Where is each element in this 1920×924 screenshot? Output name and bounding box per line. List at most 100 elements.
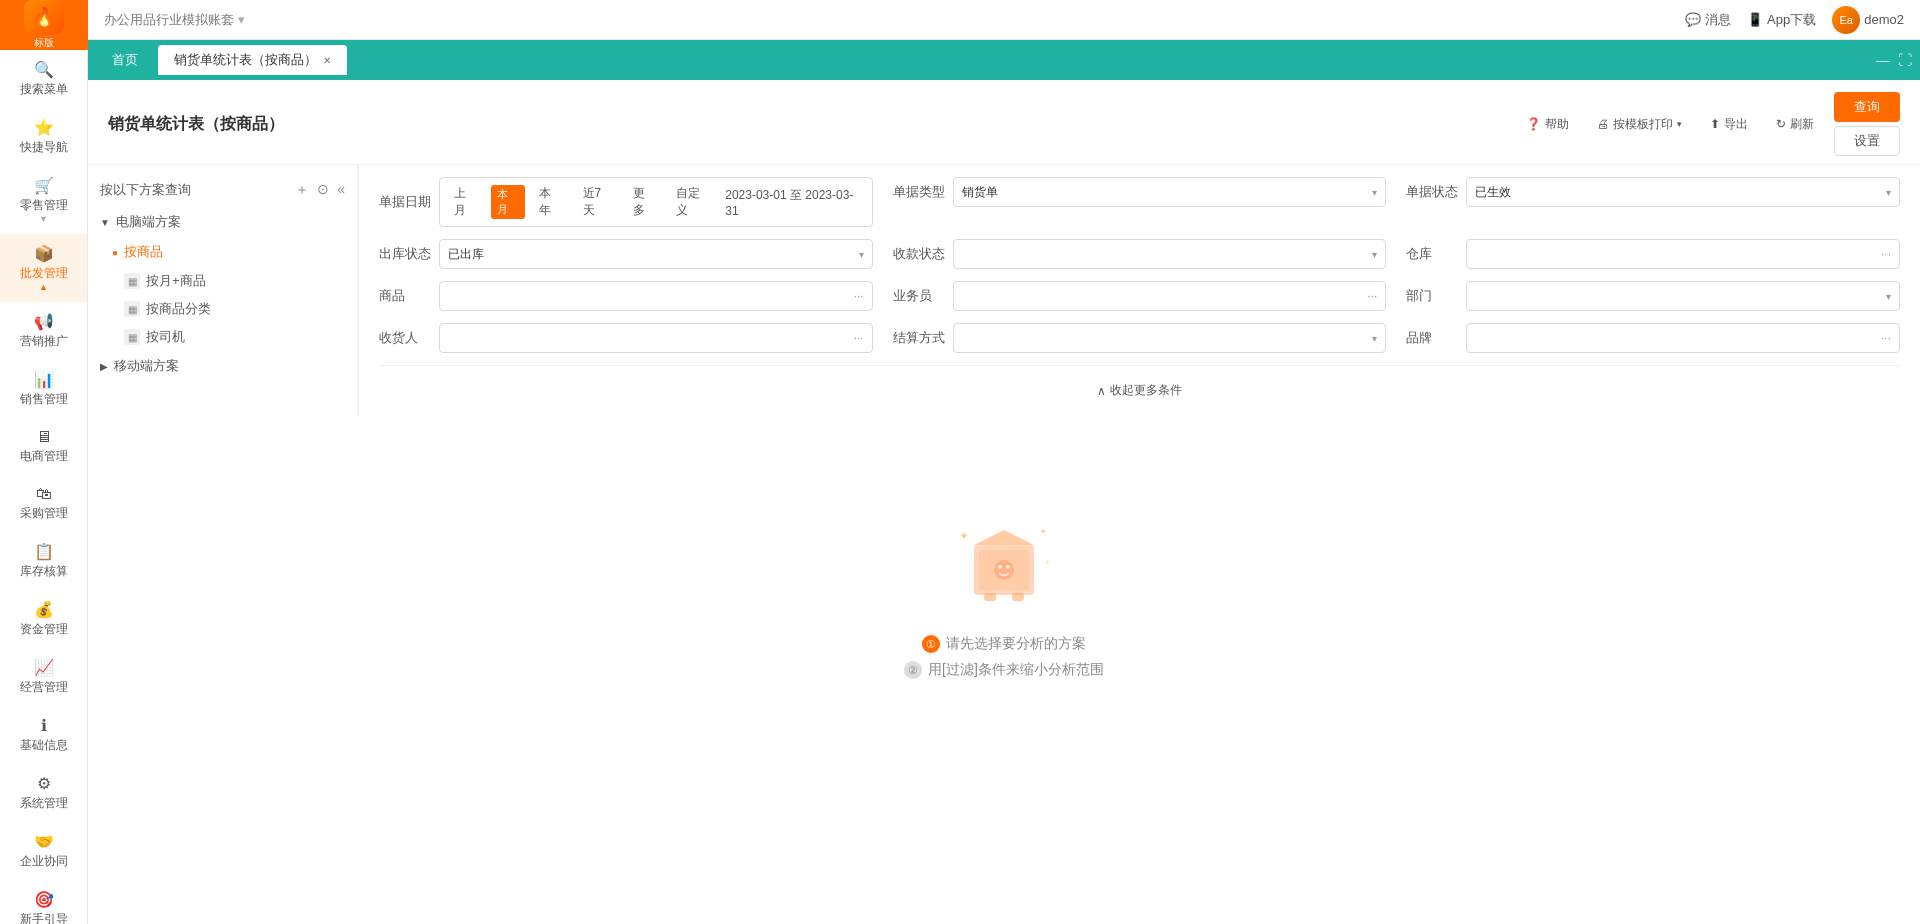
sidebar-item-inventory[interactable]: 📋 库存核算 [0,532,87,590]
scheme-item-by-month-goods[interactable]: ▦ 按月+商品 [88,267,357,295]
sidebar-item-wholesale[interactable]: 📦 批发管理 ▲ [0,234,87,302]
svg-text:✦: ✦ [959,529,969,543]
sidebar-item-retail-label: 零售管理 [20,197,68,214]
salesperson-control[interactable]: ··· [953,281,1387,311]
filter-department: 部门 ▾ [1406,281,1900,311]
query-button[interactable]: 查询 [1834,92,1900,122]
help-btn[interactable]: ❓ 帮助 [1518,112,1577,137]
tab-report[interactable]: 销货单统计表（按商品） ✕ [158,45,347,75]
filter-warehouse: 仓库 ··· [1406,239,1900,269]
refresh-btn[interactable]: ↻ 刷新 [1768,112,1822,137]
department-control[interactable]: ▾ [1466,281,1900,311]
receiver-control[interactable]: ··· [439,323,873,353]
collapse-btn[interactable]: ∧ 收起更多条件 [379,378,1900,403]
goods-dots-icon[interactable]: ··· [854,289,864,303]
doc-type-arrow-icon: ▾ [1372,187,1377,198]
hint-text-1: 请先选择要分析的方案 [946,635,1086,653]
sidebar-item-search-label: 搜索菜单 [20,81,68,98]
sidebar-item-quick-nav[interactable]: ⭐ 快捷导航 [0,108,87,166]
date-range-control[interactable]: 上月 本月 本年 近7天 更多 自定义 2023-03-01 至 2023-03… [439,177,873,227]
scheme-category-mobile-label: 移动端方案 [114,357,179,375]
print-icon: 🖨 [1597,117,1609,131]
scheme-item-by-goods[interactable]: ● 按商品 [88,237,357,267]
sidebar-item-sales-label: 销售管理 [20,391,68,408]
message-btn[interactable]: 💬 消息 [1685,11,1731,29]
sidebar-item-cooperation[interactable]: 🤝 企业协同 [0,822,87,880]
tab-minimize-icon[interactable]: — [1876,52,1890,68]
app-download-btn[interactable]: 📱 App下载 [1747,11,1816,29]
receiver-dots-icon[interactable]: ··· [854,331,864,345]
print-btn[interactable]: 🖨 按模板打印 ▾ [1589,112,1690,137]
sidebar-item-marketing-label: 营销推广 [20,333,68,350]
scheme-header: 按以下方案查询 ＋ ⊙ « [88,177,357,207]
svg-rect-7 [1012,593,1024,601]
star-icon: ⭐ [34,118,54,137]
doc-type-control[interactable]: 销货单 ▾ [953,177,1387,207]
goods-control[interactable]: ··· [439,281,873,311]
sidebar-item-operations[interactable]: 📈 经营管理 [0,648,87,706]
date-last-month[interactable]: 上月 [448,183,483,221]
doc-status-label: 单据状态 [1406,183,1466,201]
tab-home[interactable]: 首页 [96,45,154,75]
scheme-header-icons: ＋ ⊙ « [295,181,345,199]
warehouse-status-control[interactable]: 已出库 ▾ [439,239,873,269]
date-7days[interactable]: 近7天 [577,183,619,221]
scheme-add-icon[interactable]: ＋ [295,181,309,199]
wholesale-icon: 📦 [34,244,54,263]
user-profile-btn[interactable]: Ea demo2 [1832,6,1904,34]
hint-num-2: ② [904,661,922,679]
tab-maximize-icon[interactable]: ⛶ [1898,52,1912,68]
tab-report-label: 销货单统计表（按商品） [174,51,317,69]
date-more[interactable]: 更多 [627,183,662,221]
date-this-year[interactable]: 本年 [533,183,568,221]
sidebar-item-sales[interactable]: 📊 销售管理 [0,360,87,418]
receiver-label: 收货人 [379,329,439,347]
doc-status-control[interactable]: 已生效 ▾ [1466,177,1900,207]
topbar-dropdown-icon[interactable]: ▾ [238,12,245,27]
logo[interactable]: 🔥 标版 [0,0,88,50]
scheme-category-desktop[interactable]: ▼ 电脑端方案 [88,207,357,237]
payment-status-control[interactable]: ▾ [953,239,1387,269]
department-label: 部门 [1406,287,1466,305]
export-label: 导出 [1724,116,1748,133]
brand-dots-icon[interactable]: ··· [1881,331,1891,345]
settings-button[interactable]: 设置 [1834,126,1900,156]
sidebar-item-search[interactable]: 🔍 搜索菜单 [0,50,87,108]
export-btn[interactable]: ⬆ 导出 [1702,112,1756,137]
tab-close-icon[interactable]: ✕ [323,55,331,66]
scheme-category-mobile[interactable]: ▶ 移动端方案 [88,351,357,381]
salesperson-dots-icon[interactable]: ··· [1367,289,1377,303]
export-icon: ⬆ [1710,117,1720,131]
sidebar-item-system[interactable]: ⚙ 系统管理 [0,764,87,822]
scheme-item-by-driver[interactable]: ▦ 按司机 [88,323,357,351]
ecommerce-icon: 🖥 [36,428,52,446]
date-this-month-tag[interactable]: 本月 [491,185,525,219]
scheme-settings-icon[interactable]: ⊙ [317,181,329,199]
warehouse-control[interactable]: ··· [1466,239,1900,269]
scheme-item-by-driver-label: 按司机 [146,328,185,346]
sidebar-item-marketing[interactable]: 📢 营销推广 [0,302,87,360]
doc-status-arrow-icon: ▾ [1886,187,1891,198]
brand-control[interactable]: ··· [1466,323,1900,353]
sidebar-item-guide[interactable]: 🎯 新手引导 [0,880,87,924]
sidebar-item-ecommerce[interactable]: 🖥 电商管理 [0,418,87,475]
basic-info-icon: ℹ [41,716,47,735]
help-icon: ❓ [1526,117,1541,131]
scheme-panel: 按以下方案查询 ＋ ⊙ « ▼ 电脑端方案 ● 按商品 ▦ [88,165,358,415]
scheme-item-by-category[interactable]: ▦ 按商品分类 [88,295,357,323]
sidebar-item-finance[interactable]: 💰 资金管理 [0,590,87,648]
sidebar-item-basic-info[interactable]: ℹ 基础信息 [0,706,87,764]
sidebar-item-cooperation-label: 企业协同 [20,853,68,870]
payment-method-control[interactable]: ▾ [953,323,1387,353]
scheme-collapse-icon[interactable]: « [337,181,345,199]
tabbar: 首页 销货单统计表（按商品） ✕ — ⛶ [88,40,1920,80]
sidebar-item-purchase[interactable]: 🛍 采购管理 [0,475,87,532]
page-title: 销货单统计表（按商品） [108,114,284,135]
filter-row-2: 出库状态 已出库 ▾ 收款状态 ▾ 仓库 [379,239,1900,269]
warehouse-dots-icon[interactable]: ··· [1881,247,1891,261]
content-area: 销货单统计表（按商品） ❓ 帮助 🖨 按模板打印 ▾ ⬆ 导出 ↻ 刷新 [88,80,1920,924]
date-custom[interactable]: 自定义 [670,183,717,221]
sidebar-item-retail[interactable]: 🛒 零售管理 ▼ [0,166,87,234]
filter-doc-type: 单据类型 销货单 ▾ [893,177,1387,207]
grid-icon-1: ▦ [124,273,140,289]
